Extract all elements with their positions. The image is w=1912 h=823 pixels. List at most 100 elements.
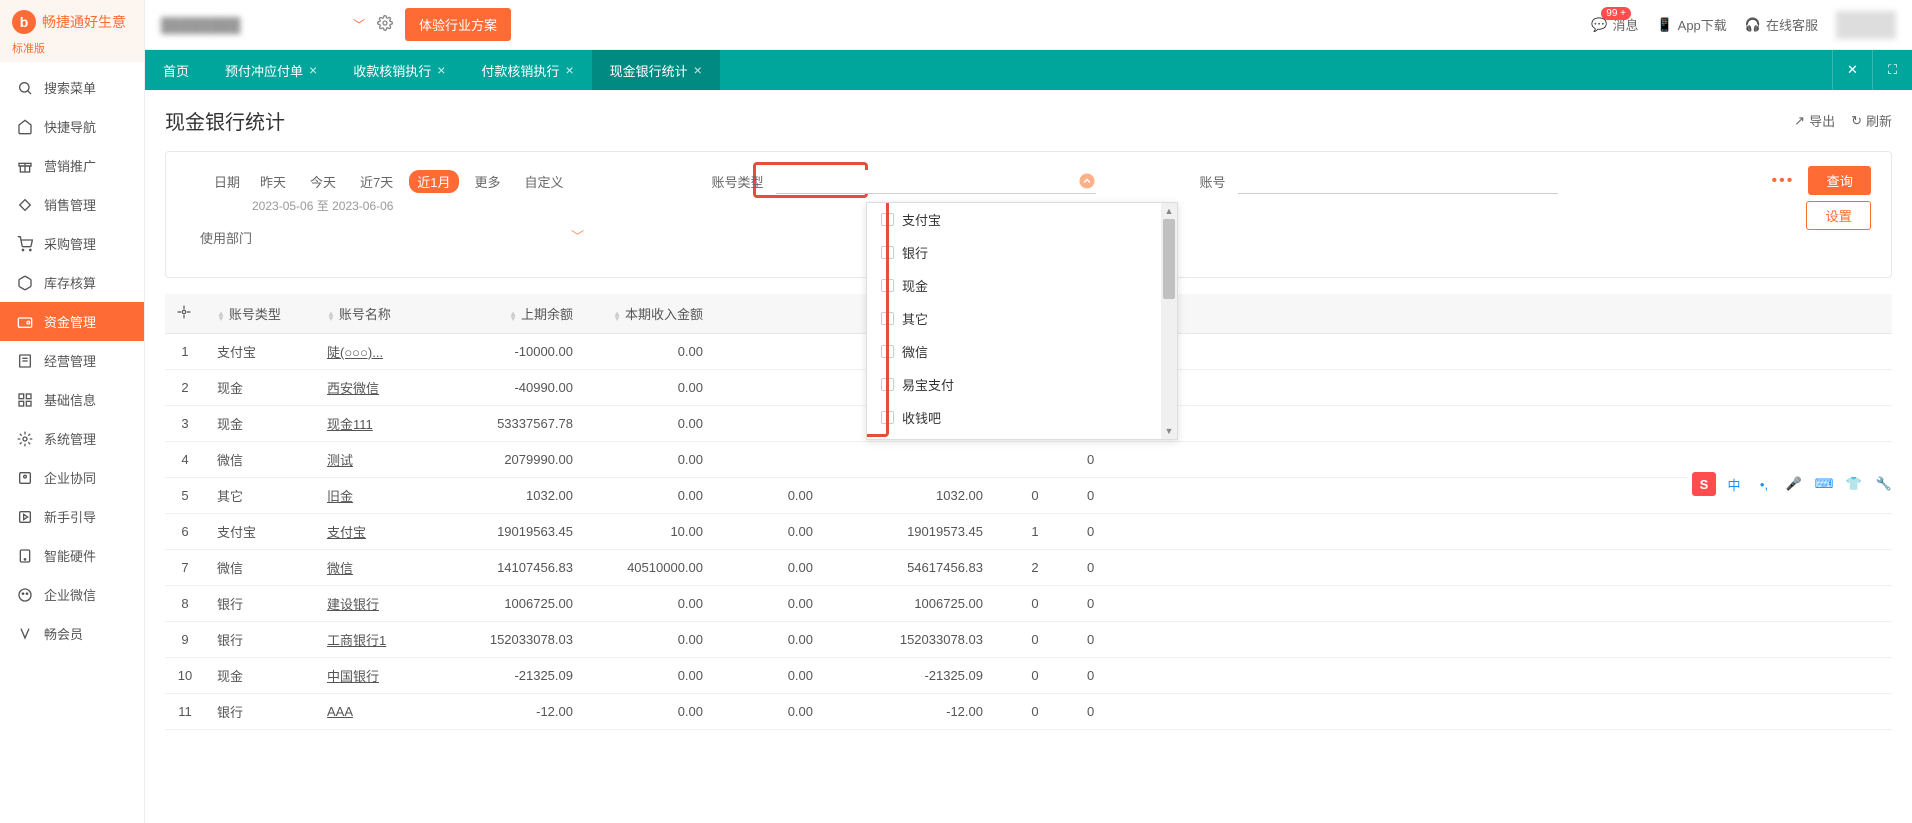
scroll-up-icon[interactable]: ▲ — [1161, 203, 1177, 219]
sidebar-item-home[interactable]: 快捷导航 — [0, 107, 144, 146]
account-name-link[interactable]: 中国银行 — [327, 669, 379, 684]
sidebar-item-gear[interactable]: 系统管理 — [0, 419, 144, 458]
sidebar-item-grid[interactable]: 基础信息 — [0, 380, 144, 419]
checkbox-icon[interactable] — [881, 312, 894, 325]
date-chip-4[interactable]: 更多 — [467, 170, 509, 193]
account-type-label: 账号类型 — [712, 170, 764, 191]
checkbox-icon[interactable] — [881, 213, 894, 226]
ime-skin-icon[interactable]: 👕 — [1842, 472, 1866, 496]
ime-logo-icon[interactable]: S — [1692, 472, 1716, 496]
account-input[interactable] — [1238, 170, 1558, 194]
account-name-link[interactable]: 建设银行 — [327, 597, 379, 612]
dropdown-item-0[interactable]: 支付宝 — [867, 203, 1161, 236]
sidebar-item-tag[interactable]: 销售管理 — [0, 185, 144, 224]
sidebar-item-box[interactable]: 库存核算 — [0, 263, 144, 302]
tab-0[interactable]: 首页 — [145, 50, 207, 90]
tab-close-icon[interactable]: × — [437, 62, 445, 78]
refresh-button[interactable]: ↻ 刷新 — [1851, 111, 1892, 130]
tab-1[interactable]: 预付冲应付单× — [207, 50, 335, 90]
dept-select[interactable] — [264, 228, 571, 244]
col-6[interactable] — [715, 294, 825, 334]
tab-close-icon[interactable]: × — [565, 62, 573, 78]
dropdown-item-4[interactable]: 微信 — [867, 335, 1161, 368]
app-download-link[interactable]: 📱 App下载 — [1656, 15, 1726, 34]
checkbox-icon[interactable] — [881, 411, 894, 424]
date-chip-0[interactable]: 昨天 — [252, 170, 294, 193]
sidebar-item-search[interactable]: 搜索菜单 — [0, 68, 144, 107]
checkbox-icon[interactable] — [881, 279, 894, 292]
col-income[interactable]: ▲▼本期收入金额 — [585, 294, 715, 334]
tab-close-icon[interactable]: × — [694, 62, 702, 78]
checkbox-icon[interactable] — [881, 378, 894, 391]
close-tab-button[interactable]: ✕ — [1832, 50, 1872, 90]
export-button[interactable]: ↗ 导出 — [1794, 111, 1835, 130]
sidebar-item-gift[interactable]: 营销推广 — [0, 146, 144, 185]
account-name-link[interactable]: 测试 — [327, 453, 353, 468]
trial-button[interactable]: 体验行业方案 — [405, 8, 511, 41]
query-button[interactable]: 查询 — [1808, 166, 1871, 195]
scroll-down-icon[interactable]: ▼ — [1161, 423, 1177, 439]
scroll-thumb[interactable] — [1163, 219, 1175, 299]
row-index: 11 — [165, 694, 205, 730]
dropdown-item-1[interactable]: 银行 — [867, 236, 1161, 269]
settings-icon[interactable] — [377, 15, 393, 34]
account-name-link[interactable]: 旧金 — [327, 489, 353, 504]
col-expense-count[interactable]: ▲▼本期支出笔数 — [1075, 294, 1892, 334]
account-name-link[interactable]: 支付宝 — [327, 525, 366, 540]
online-service-link[interactable]: 🎧 在线客服 — [1745, 15, 1818, 34]
sidebar-item-doc[interactable]: 经营管理 — [0, 341, 144, 380]
dropdown-scrollbar[interactable]: ▲ ▼ — [1161, 203, 1177, 439]
account-name-link[interactable]: 陡(○○○)... — [327, 345, 383, 360]
dropdown-item-5[interactable]: 易宝支付 — [867, 368, 1161, 401]
cell-name: 建设银行 — [315, 586, 455, 622]
tab-close-icon[interactable]: × — [309, 62, 317, 78]
messages-link[interactable]: 💬 消息 99 + — [1591, 15, 1638, 34]
sidebar-item-cart[interactable]: 采购管理 — [0, 224, 144, 263]
date-chip-1[interactable]: 今天 — [302, 170, 344, 193]
account-name-link[interactable]: 微信 — [327, 561, 353, 576]
ime-mic-icon[interactable]: 🎤 — [1782, 472, 1806, 496]
user-avatar[interactable] — [1836, 11, 1896, 39]
sidebar-item-team[interactable]: 企业协同 — [0, 458, 144, 497]
checkbox-icon[interactable] — [881, 345, 894, 358]
expand-button[interactable]: ⛶ — [1872, 50, 1912, 90]
ime-toolbox-icon[interactable]: 🔧 — [1872, 472, 1896, 496]
account-type-input[interactable] — [776, 170, 1096, 194]
tab-3[interactable]: 付款核销执行× — [463, 50, 591, 90]
cell-income: 0.00 — [585, 586, 715, 622]
settings-button[interactable]: 设置 — [1806, 201, 1871, 230]
checkbox-icon[interactable] — [881, 246, 894, 259]
date-chip-3[interactable]: 近1月 — [409, 170, 458, 193]
sidebar-item-device[interactable]: 智能硬件 — [0, 536, 144, 575]
col-type[interactable]: ▲▼账号类型 — [205, 294, 315, 334]
ime-keyboard-icon[interactable]: ⌨ — [1812, 472, 1836, 496]
sidebar-item-guide[interactable]: 新手引导 — [0, 497, 144, 536]
dropdown-item-2[interactable]: 现金 — [867, 269, 1161, 302]
more-dots-button[interactable]: ••• — [1772, 172, 1795, 190]
ime-toolbar: S 中 •, 🎤 ⌨ 👕 🔧 — [1688, 468, 1900, 500]
org-chevron-icon[interactable]: ﹀ — [353, 16, 365, 33]
account-name-link[interactable]: 现金111 — [327, 417, 373, 432]
dept-filter: 使用部门 ﹀ — [190, 226, 584, 247]
ime-punct-icon[interactable]: •, — [1752, 472, 1776, 496]
chevron-down-icon[interactable]: ﹀ — [571, 226, 584, 245]
tab-4[interactable]: 现金银行统计× — [592, 50, 720, 90]
col-name[interactable]: ▲▼账号名称 — [315, 294, 455, 334]
tab-2[interactable]: 收款核销执行× — [335, 50, 463, 90]
sidebar-item-vip[interactable]: 畅会员 — [0, 614, 144, 653]
account-name-link[interactable]: 工商银行1 — [327, 633, 386, 648]
dropdown-item-7[interactable]: 长沙银行 — [867, 434, 1161, 439]
col-prev[interactable]: ▲▼上期余额 — [455, 294, 585, 334]
date-chip-5[interactable]: 自定义 — [517, 170, 572, 193]
account-name-link[interactable]: 西安微信 — [327, 381, 379, 396]
dropdown-item-6[interactable]: 收钱吧 — [867, 401, 1161, 434]
dropdown-item-3[interactable]: 其它 — [867, 302, 1161, 335]
collapse-icon[interactable] — [1078, 172, 1096, 193]
sidebar-item-wechat[interactable]: 企业微信 — [0, 575, 144, 614]
table-gear-header[interactable] — [165, 294, 205, 334]
date-chip-2[interactable]: 近7天 — [352, 170, 401, 193]
account-name-link[interactable]: AAA — [327, 704, 353, 719]
ime-lang-button[interactable]: 中 — [1722, 472, 1746, 496]
org-name[interactable]: ████████ — [161, 17, 341, 33]
sidebar-item-wallet[interactable]: 资金管理 — [0, 302, 144, 341]
